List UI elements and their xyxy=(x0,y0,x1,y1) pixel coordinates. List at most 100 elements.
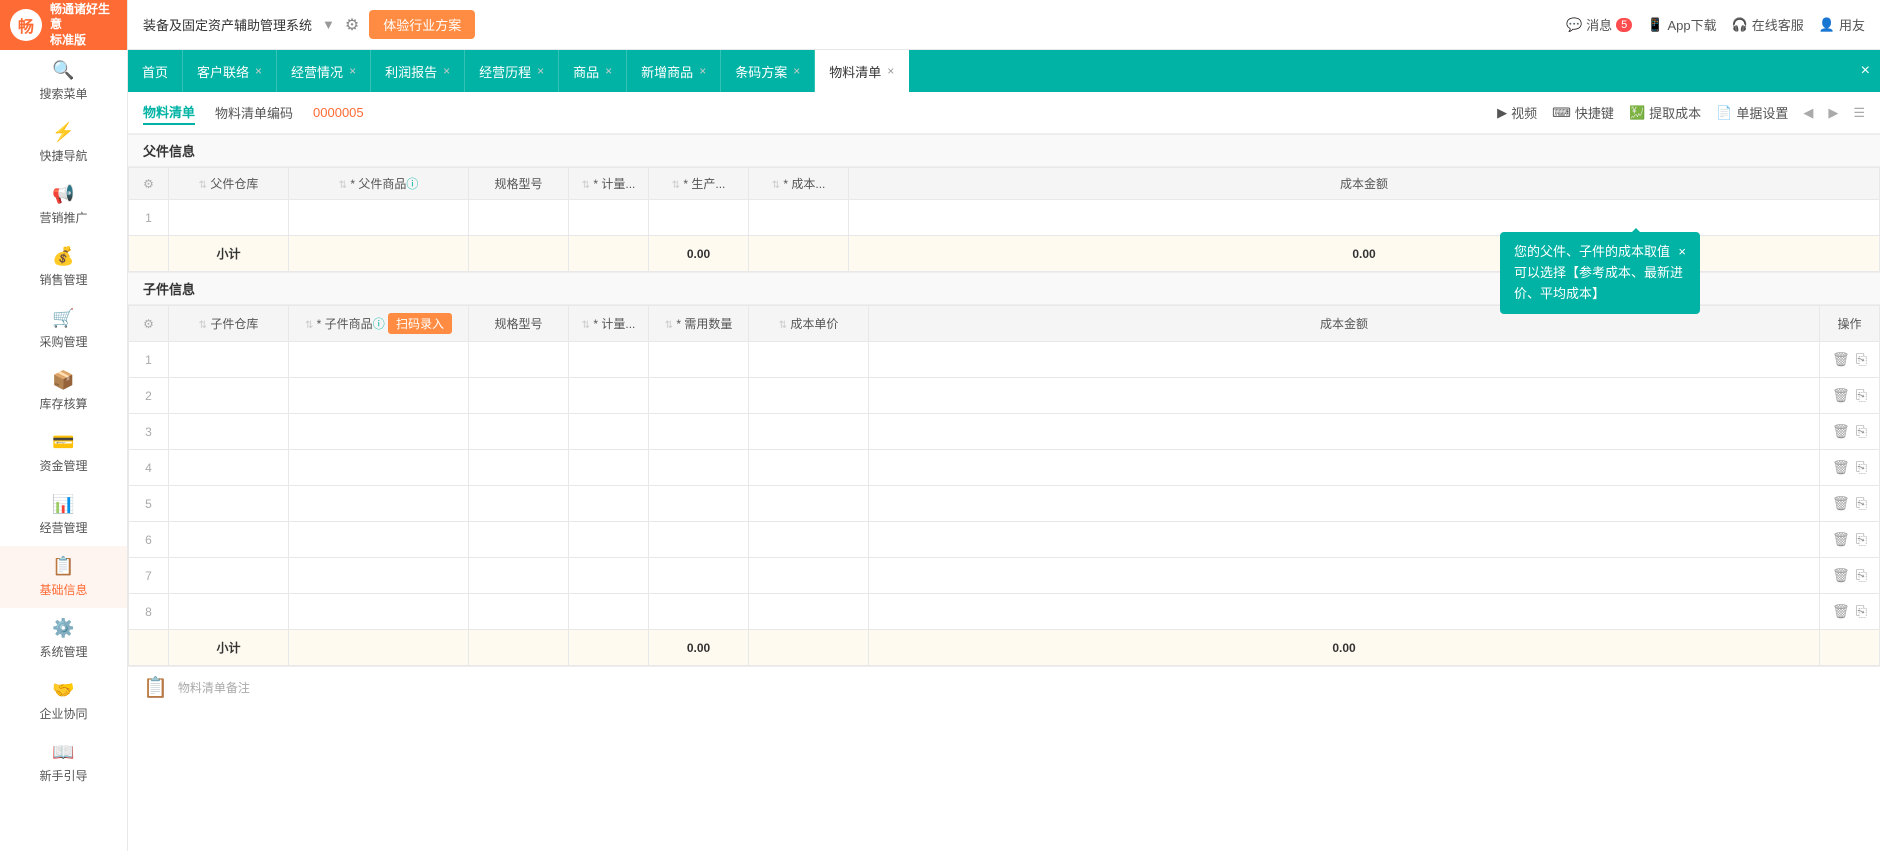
sidebar-item-guide[interactable]: 📖 新手引导 xyxy=(0,732,127,794)
child-row-1-copy-icon[interactable]: ⎘ xyxy=(1856,351,1867,368)
child-row-7-copy-icon[interactable]: ⎘ xyxy=(1856,567,1867,584)
tooltip-close-button[interactable]: × xyxy=(1678,242,1686,263)
child-row-1-unitcost[interactable] xyxy=(749,342,869,378)
sidebar-item-enterprise[interactable]: 🤝 企业协同 xyxy=(0,670,127,732)
child-row-4-spec[interactable] xyxy=(469,450,569,486)
parent-row-1-amount[interactable] xyxy=(849,200,1880,236)
tab-home[interactable]: 首页 xyxy=(128,50,183,92)
child-row-8-amount[interactable] xyxy=(869,594,1820,630)
child-row-4-copy-icon[interactable]: ⎘ xyxy=(1856,459,1867,476)
child-row-3-product[interactable] xyxy=(289,414,469,450)
parent-row-1-cost[interactable] xyxy=(749,200,849,236)
child-row-7-qty[interactable] xyxy=(649,558,749,594)
trial-button[interactable]: 体验行业方案 xyxy=(369,10,475,39)
settings-gear-icon[interactable]: ⚙ xyxy=(345,15,359,35)
tab-operations-close[interactable]: × xyxy=(349,64,356,78)
tab-history[interactable]: 经营历程 × xyxy=(465,50,559,92)
child-row-7-spec[interactable] xyxy=(469,558,569,594)
child-row-2-spec[interactable] xyxy=(469,378,569,414)
child-row-6-spec[interactable] xyxy=(469,522,569,558)
child-row-8-spec[interactable] xyxy=(469,594,569,630)
tab-operations[interactable]: 经营情况 × xyxy=(277,50,371,92)
child-row-4-qty[interactable] xyxy=(649,450,749,486)
sub-tab-bom-list[interactable]: 物料清单 xyxy=(143,100,195,125)
child-row-1-product[interactable] xyxy=(289,342,469,378)
tab-bom[interactable]: 物料清单 × xyxy=(815,50,909,92)
child-row-8-product[interactable] xyxy=(289,594,469,630)
single-settings-button[interactable]: 📄 单据设置 xyxy=(1716,103,1788,122)
sidebar-item-search[interactable]: 🔍 搜索菜单 xyxy=(0,50,127,112)
child-row-7-product[interactable] xyxy=(289,558,469,594)
child-row-2-product[interactable] xyxy=(289,378,469,414)
child-row-3-unit[interactable] xyxy=(569,414,649,450)
child-row-7-delete-icon[interactable]: 🗑 xyxy=(1832,567,1850,584)
child-row-1-unit[interactable] xyxy=(569,342,649,378)
close-all-tabs[interactable]: × xyxy=(1851,62,1880,80)
scan-input-button[interactable]: 扫码录入 xyxy=(388,313,452,334)
child-row-4-unit[interactable] xyxy=(569,450,649,486)
parent-col-settings[interactable]: ⚙ xyxy=(129,168,169,200)
child-row-2-amount[interactable] xyxy=(869,378,1820,414)
child-row-5-copy-icon[interactable]: ⎘ xyxy=(1856,495,1867,512)
tab-products[interactable]: 商品 × xyxy=(559,50,627,92)
sidebar-item-system[interactable]: ⚙️ 系统管理 xyxy=(0,608,127,670)
tab-bom-close[interactable]: × xyxy=(887,64,894,78)
child-row-7-unit[interactable] xyxy=(569,558,649,594)
parent-row-1-product[interactable] xyxy=(289,200,469,236)
sidebar-item-purchase[interactable]: 🛒 采购管理 xyxy=(0,298,127,360)
child-row-2-qty[interactable] xyxy=(649,378,749,414)
child-row-3-copy-icon[interactable]: ⎘ xyxy=(1856,423,1867,440)
child-row-6-qty[interactable] xyxy=(649,522,749,558)
nav-next-icon[interactable]: ▶ xyxy=(1828,105,1838,121)
child-row-1-delete-icon[interactable]: 🗑 xyxy=(1832,351,1850,368)
child-col-settings[interactable]: ⚙ xyxy=(129,306,169,342)
child-row-8-copy-icon[interactable]: ⎘ xyxy=(1856,603,1867,620)
child-row-8-qty[interactable] xyxy=(649,594,749,630)
child-row-1-spec[interactable] xyxy=(469,342,569,378)
system-dropdown-icon[interactable]: ▼ xyxy=(322,17,335,32)
child-row-2-unit[interactable] xyxy=(569,378,649,414)
child-row-5-product[interactable] xyxy=(289,486,469,522)
child-row-4-delete-icon[interactable]: 🗑 xyxy=(1832,459,1850,476)
child-row-4-product[interactable] xyxy=(289,450,469,486)
sidebar-item-marketing[interactable]: 📢 营销推广 xyxy=(0,174,127,236)
child-row-6-amount[interactable] xyxy=(869,522,1820,558)
child-row-3-qty[interactable] xyxy=(649,414,749,450)
sidebar-item-inventory[interactable]: 📦 库存核算 xyxy=(0,360,127,422)
tab-profit-close[interactable]: × xyxy=(443,64,450,78)
view-button[interactable]: ▶ 视频 xyxy=(1497,103,1537,122)
child-row-5-warehouse[interactable] xyxy=(169,486,289,522)
child-row-5-amount[interactable] xyxy=(869,486,1820,522)
child-row-5-spec[interactable] xyxy=(469,486,569,522)
child-row-7-amount[interactable] xyxy=(869,558,1820,594)
child-row-5-unit[interactable] xyxy=(569,486,649,522)
sidebar-item-sales[interactable]: 💰 销售管理 xyxy=(0,236,127,298)
child-row-1-amount[interactable] xyxy=(869,342,1820,378)
child-row-2-delete-icon[interactable]: 🗑 xyxy=(1832,387,1850,404)
child-row-8-unit[interactable] xyxy=(569,594,649,630)
child-row-6-delete-icon[interactable]: 🗑 xyxy=(1832,531,1850,548)
app-download-button[interactable]: 📱 App下载 xyxy=(1647,15,1716,34)
tab-products-close[interactable]: × xyxy=(605,64,612,78)
message-button[interactable]: 💬 消息 5 xyxy=(1566,15,1632,34)
nav-prev-icon[interactable]: ◀ xyxy=(1803,105,1813,121)
tab-customers[interactable]: 客户联络 × xyxy=(183,50,277,92)
child-row-6-unitcost[interactable] xyxy=(749,522,869,558)
child-row-7-warehouse[interactable] xyxy=(169,558,289,594)
tab-history-close[interactable]: × xyxy=(537,64,544,78)
tab-customers-close[interactable]: × xyxy=(255,64,262,78)
child-row-2-unitcost[interactable] xyxy=(749,378,869,414)
child-row-3-delete-icon[interactable]: 🗑 xyxy=(1832,423,1850,440)
parent-row-1-unit[interactable] xyxy=(569,200,649,236)
child-row-8-delete-icon[interactable]: 🗑 xyxy=(1832,603,1850,620)
child-row-1-qty[interactable] xyxy=(649,342,749,378)
child-row-2-copy-icon[interactable]: ⎘ xyxy=(1856,387,1867,404)
tab-new-products[interactable]: 新增商品 × xyxy=(627,50,721,92)
child-row-2-warehouse[interactable] xyxy=(169,378,289,414)
child-row-6-warehouse[interactable] xyxy=(169,522,289,558)
online-service-button[interactable]: 🎧 在线客服 xyxy=(1732,15,1804,34)
child-row-8-unitcost[interactable] xyxy=(749,594,869,630)
sidebar-item-operations[interactable]: 📊 经营管理 xyxy=(0,484,127,546)
tab-barcode[interactable]: 条码方案 × xyxy=(721,50,815,92)
tab-new-products-close[interactable]: × xyxy=(699,64,706,78)
